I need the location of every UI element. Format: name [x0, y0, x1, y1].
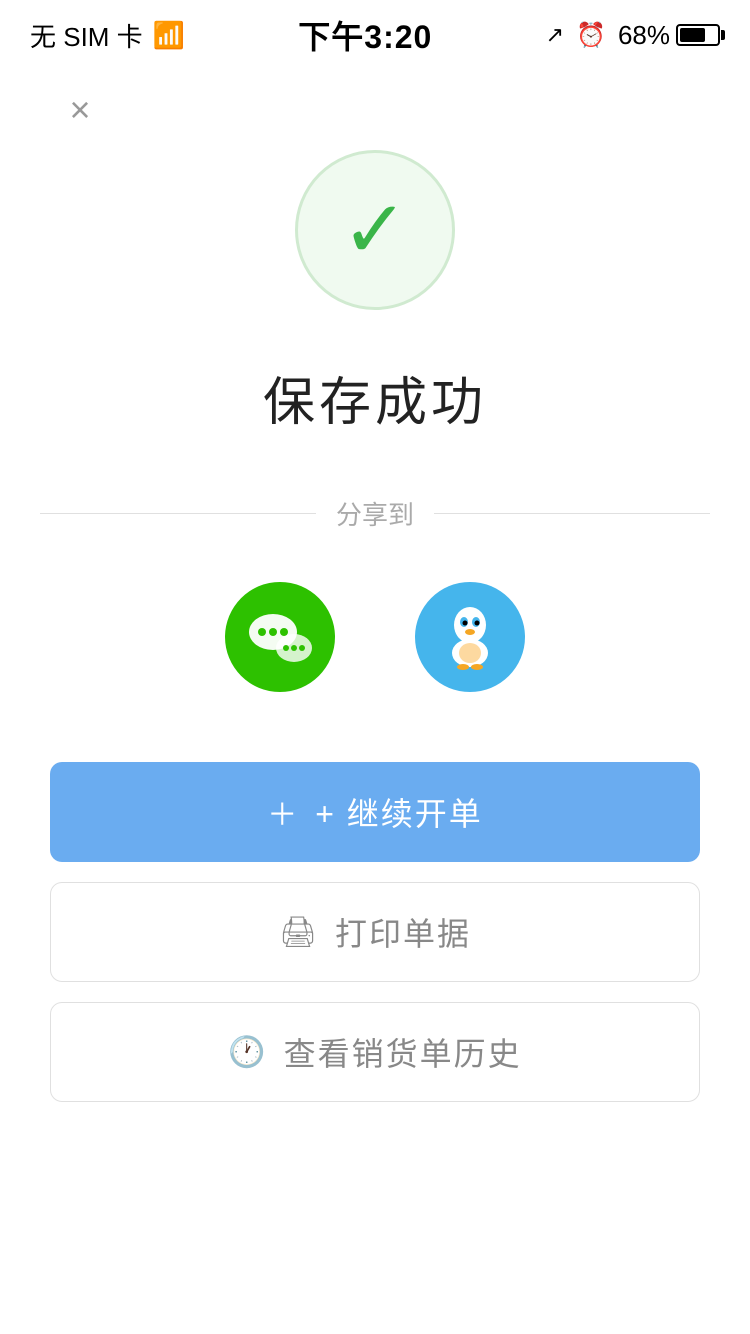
share-label: 分享到 [336, 495, 414, 532]
close-icon: × [69, 92, 90, 128]
print-button[interactable]: 🖨 打印单据 [50, 882, 700, 982]
battery-fill [680, 28, 705, 42]
clock-icon: 🕐 [228, 1035, 267, 1070]
history-button[interactable]: 🕐 查看销货单历史 [50, 1002, 700, 1102]
share-divider: 分享到 [40, 495, 710, 532]
wechat-share-button[interactable] [225, 582, 335, 692]
alarm-icon: ⏰ [576, 21, 606, 50]
wifi-icon: 📶 [153, 20, 185, 51]
status-left: 无 SIM 卡 📶 [30, 17, 185, 54]
qq-share-button[interactable] [415, 582, 525, 692]
battery-container: 68% [618, 20, 720, 51]
continue-button[interactable]: ＋ + 继续开单 [50, 762, 700, 862]
wechat-icon [248, 610, 313, 665]
action-buttons: ＋ + 继续开单 🖨 打印单据 🕐 查看销货单历史 [0, 762, 750, 1102]
divider-right [434, 513, 710, 514]
history-label: 查看销货单历史 [284, 1029, 522, 1075]
print-label: 打印单据 [335, 909, 471, 955]
continue-label: + 继续开单 [315, 789, 483, 835]
battery-percent: 68% [618, 20, 670, 51]
printer-icon: 🖨 [279, 915, 319, 950]
battery-icon [676, 24, 720, 46]
share-icons [40, 582, 710, 692]
share-section: 分享到 [0, 495, 750, 692]
location-icon: ↗ [546, 22, 564, 48]
close-button[interactable]: × [50, 80, 110, 140]
status-right: ↗ ⏰ 68% [546, 20, 720, 51]
success-title: 保存成功 [263, 360, 487, 435]
plus-icon: ＋ [267, 790, 299, 834]
status-bar: 无 SIM 卡 📶 下午3:20 ↗ ⏰ 68% [0, 0, 750, 70]
success-circle: ✓ [295, 150, 455, 310]
no-sim-text: 无 SIM 卡 [30, 17, 143, 54]
main-content: ✓ 保存成功 分享到 [0, 70, 750, 1102]
status-time: 下午3:20 [298, 12, 432, 58]
divider-left [40, 513, 316, 514]
check-icon: ✓ [341, 190, 408, 270]
qq-icon [443, 605, 498, 670]
